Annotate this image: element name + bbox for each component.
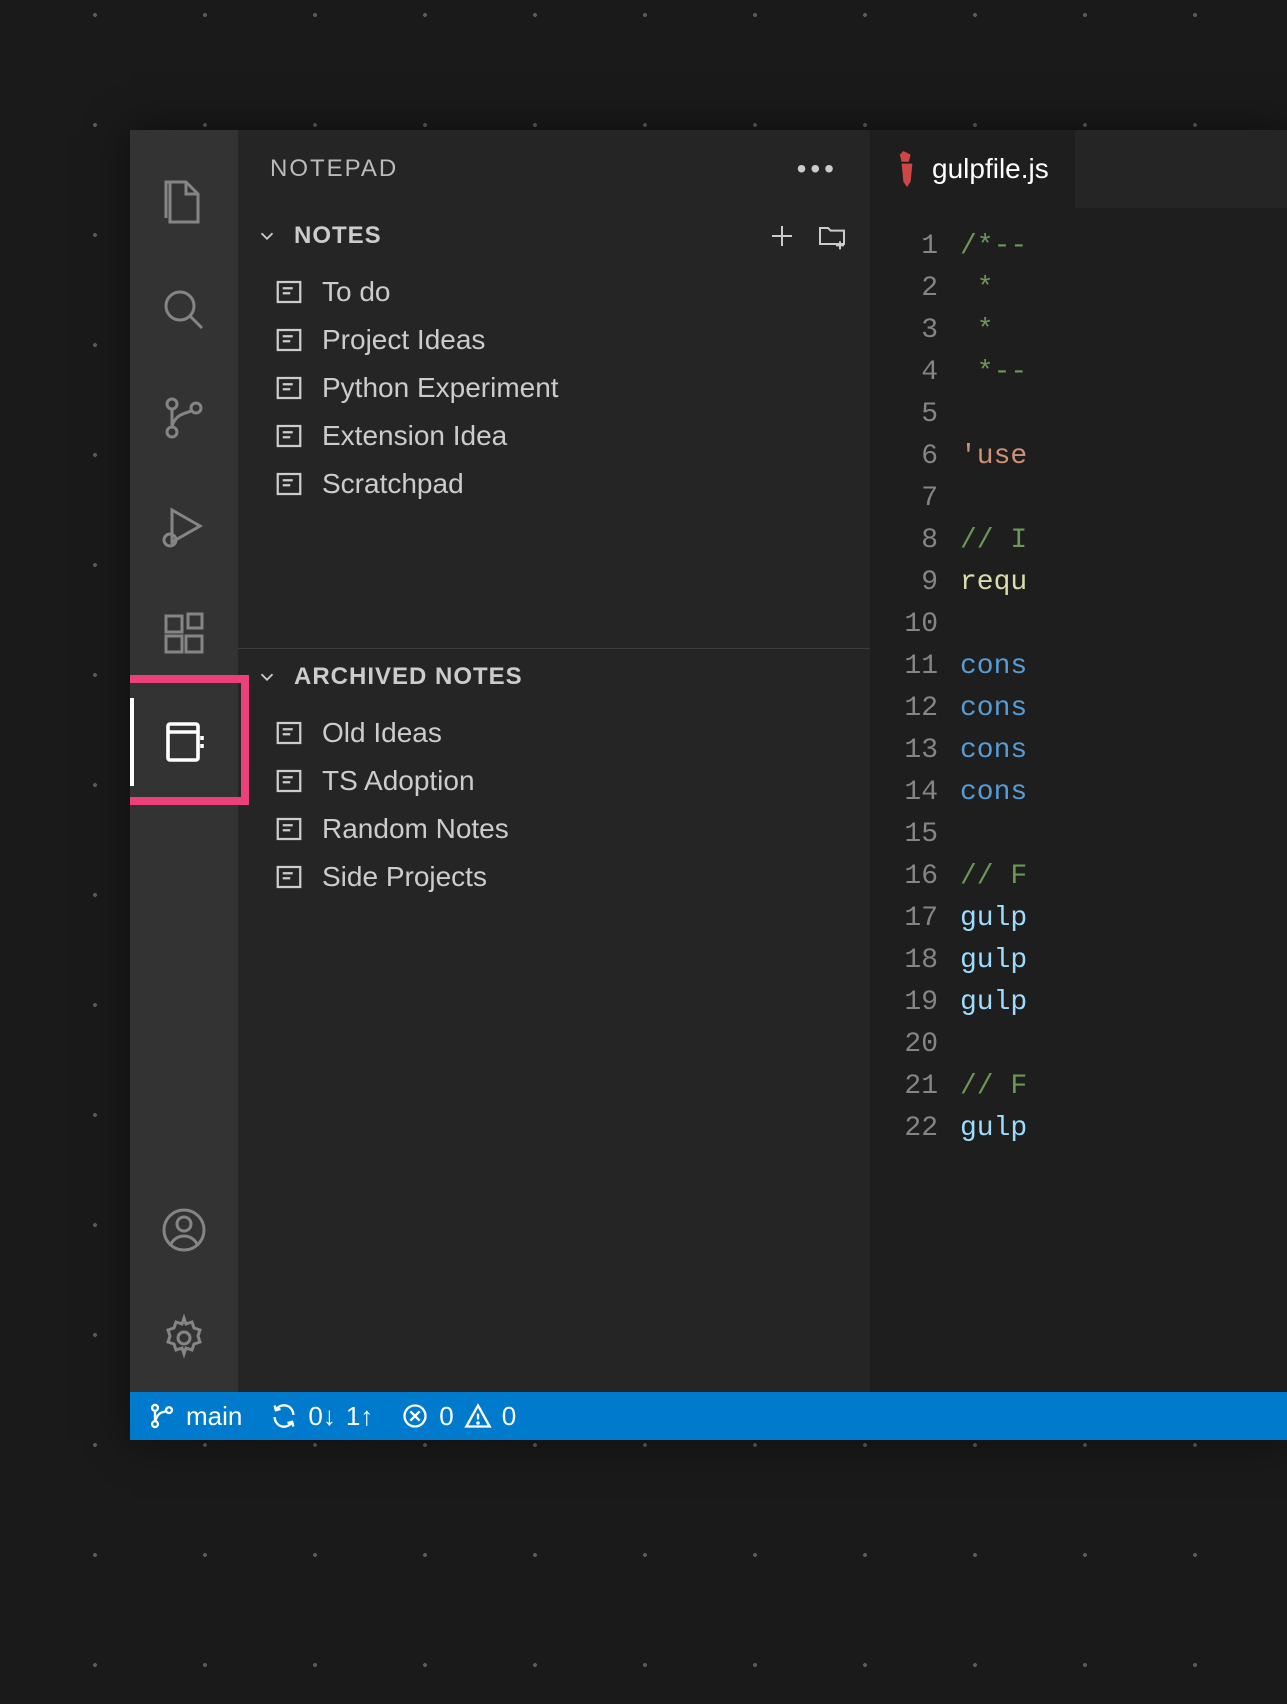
tab-gulpfile[interactable]: gulpfile.js xyxy=(870,130,1075,208)
note-icon xyxy=(274,766,304,796)
note-label: Old Ideas xyxy=(322,717,442,749)
tab-label: gulpfile.js xyxy=(932,153,1049,185)
activity-accounts[interactable] xyxy=(130,1176,238,1284)
run-debug-icon xyxy=(160,502,208,550)
error-count: 0 xyxy=(439,1401,453,1432)
note-item[interactable]: Project Ideas xyxy=(238,316,870,364)
note-icon xyxy=(274,862,304,892)
gulp-icon xyxy=(896,151,918,187)
note-icon xyxy=(274,373,304,403)
note-label: Scratchpad xyxy=(322,468,464,500)
chevron-down-icon xyxy=(256,225,284,247)
source-control-icon xyxy=(160,394,208,442)
tabs-row: gulpfile.js xyxy=(870,130,1287,208)
code-editor[interactable]: 12345678910111213141516171819202122 /*--… xyxy=(870,208,1287,1392)
new-folder-button[interactable] xyxy=(812,216,852,256)
panel-more-actions[interactable]: ••• xyxy=(789,153,846,185)
section-label: ARCHIVED NOTES xyxy=(294,663,523,691)
activity-search[interactable] xyxy=(130,256,238,364)
status-bar: main 0↓ 1↑ 0 0 xyxy=(130,1392,1287,1440)
activity-notepad[interactable] xyxy=(130,688,238,796)
note-item[interactable]: Scratchpad xyxy=(238,460,870,508)
note-item[interactable]: Random Notes xyxy=(238,805,870,853)
new-folder-icon xyxy=(816,220,848,252)
section-label: NOTES xyxy=(294,222,382,250)
gear-icon xyxy=(160,1314,208,1362)
activity-settings[interactable] xyxy=(130,1284,238,1392)
activity-explorer[interactable] xyxy=(130,148,238,256)
add-note-button[interactable] xyxy=(762,216,802,256)
panel-title-row: NOTEPAD ••• xyxy=(238,130,870,208)
error-icon xyxy=(401,1402,429,1430)
note-item[interactable]: Side Projects xyxy=(238,853,870,901)
activity-run-debug[interactable] xyxy=(130,472,238,580)
note-item[interactable]: To do xyxy=(238,268,870,316)
account-icon xyxy=(160,1206,208,1254)
note-icon xyxy=(274,421,304,451)
sync-incoming: 0↓ xyxy=(308,1401,335,1432)
section-header-archived[interactable]: ARCHIVED NOTES xyxy=(238,649,870,705)
editor-area: gulpfile.js 1234567891011121314151617181… xyxy=(870,130,1287,1392)
vscode-window: NOTEPAD ••• NOTES xyxy=(130,130,1287,1440)
note-label: Side Projects xyxy=(322,861,487,893)
note-item[interactable]: Extension Idea xyxy=(238,412,870,460)
branch-name: main xyxy=(186,1401,242,1432)
branch-icon xyxy=(148,1402,176,1430)
line-number-gutter: 12345678910111213141516171819202122 xyxy=(870,226,960,1392)
status-branch[interactable]: main xyxy=(148,1401,242,1432)
note-icon xyxy=(274,469,304,499)
section-header-notes[interactable]: NOTES xyxy=(238,208,870,264)
notebook-icon xyxy=(160,718,208,766)
activity-extensions[interactable] xyxy=(130,580,238,688)
note-label: Project Ideas xyxy=(322,324,485,356)
status-problems[interactable]: 0 0 xyxy=(401,1401,516,1432)
note-item[interactable]: TS Adoption xyxy=(238,757,870,805)
note-icon xyxy=(274,325,304,355)
note-label: Extension Idea xyxy=(322,420,507,452)
note-item[interactable]: Python Experiment xyxy=(238,364,870,412)
files-icon xyxy=(160,178,208,226)
note-label: TS Adoption xyxy=(322,765,475,797)
extensions-icon xyxy=(160,610,208,658)
sync-outgoing: 1↑ xyxy=(346,1401,373,1432)
note-label: To do xyxy=(322,276,391,308)
activity-bar xyxy=(130,130,238,1392)
search-icon xyxy=(160,286,208,334)
sync-icon xyxy=(270,1402,298,1430)
side-panel: NOTEPAD ••• NOTES xyxy=(238,130,870,1392)
activity-source-control[interactable] xyxy=(130,364,238,472)
note-item[interactable]: Old Ideas xyxy=(238,709,870,757)
panel-title: NOTEPAD xyxy=(270,155,398,183)
warning-icon xyxy=(464,1402,492,1430)
plus-icon xyxy=(767,221,797,251)
note-icon xyxy=(274,718,304,748)
notes-tree: To do Project Ideas Python Experiment Ex… xyxy=(238,264,870,528)
note-label: Random Notes xyxy=(322,813,509,845)
code-lines: /*-- * * *-- 'use // Irequ consconsconsc… xyxy=(960,226,1287,1392)
note-label: Python Experiment xyxy=(322,372,559,404)
status-sync[interactable]: 0↓ 1↑ xyxy=(270,1401,373,1432)
archived-tree: Old Ideas TS Adoption Random Notes Side … xyxy=(238,705,870,921)
note-icon xyxy=(274,814,304,844)
note-icon xyxy=(274,277,304,307)
warning-count: 0 xyxy=(502,1401,516,1432)
chevron-down-icon xyxy=(256,666,284,688)
